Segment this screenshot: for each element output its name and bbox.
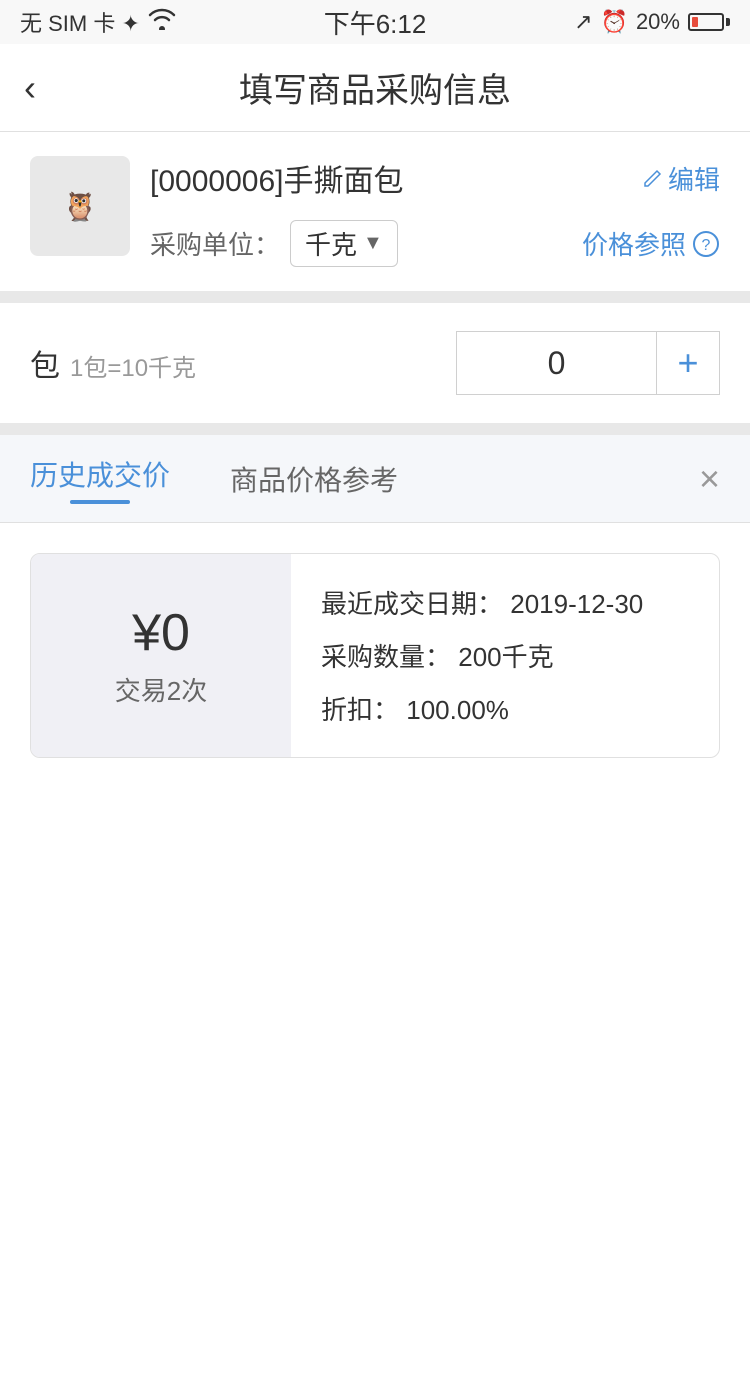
unit-label: 采购单位： bbox=[150, 225, 280, 262]
qty-conversion-label: 1包=10千克 bbox=[70, 348, 196, 383]
wifi-icon bbox=[148, 8, 176, 36]
back-button[interactable]: ‹ bbox=[24, 67, 36, 109]
status-time: 下午6:12 bbox=[324, 4, 427, 41]
transaction-count: 交易2次 bbox=[115, 671, 207, 708]
discount-row: 折扣： 100.00% bbox=[321, 690, 689, 727]
tab-active-underline bbox=[70, 500, 130, 504]
product-card: 🦉 [0000006]手撕面包 编辑 采购单位： 千克 ▼ bbox=[0, 132, 750, 291]
quantity-label-group: 包 1包=10千克 bbox=[30, 341, 196, 385]
product-name: [0000006]手撕面包 bbox=[150, 156, 403, 200]
nav-bar: ‹ 填写商品采购信息 bbox=[0, 44, 750, 132]
tabs-container: 历史成交价 商品价格参考 bbox=[30, 435, 398, 523]
qty-unit-label: 包 bbox=[30, 341, 60, 385]
status-bar: 无 SIM 卡 ✦ 下午6:12 ↗ ⏰ 20% bbox=[0, 0, 750, 44]
product-thumb-icon: 🦉 bbox=[63, 190, 98, 223]
battery-icon bbox=[688, 13, 730, 31]
quantity-plus-button[interactable]: + bbox=[656, 331, 720, 395]
quantity-input[interactable]: 0 bbox=[456, 331, 656, 395]
svg-text:?: ? bbox=[702, 237, 711, 254]
price-ref-button[interactable]: 价格参照 ? bbox=[582, 225, 720, 262]
recent-date-label: 最近成交日期： bbox=[321, 589, 503, 619]
bottom-area bbox=[0, 788, 750, 1388]
unit-selector[interactable]: 千克 ▼ bbox=[290, 220, 398, 267]
section-divider-2 bbox=[0, 423, 750, 435]
purchase-unit-row: 采购单位： 千克 ▼ 价格参照 ? bbox=[150, 220, 720, 267]
section-divider bbox=[0, 291, 750, 303]
quantity-input-group: 0 + bbox=[456, 331, 720, 395]
qty-value: 200千克 bbox=[458, 642, 553, 672]
transaction-card: ¥0 交易2次 最近成交日期： 2019-12-30 采购数量： 200千克 折… bbox=[30, 553, 720, 758]
status-left: 无 SIM 卡 ✦ bbox=[20, 6, 176, 38]
discount-value: 100.00% bbox=[406, 695, 509, 725]
page-title: 填写商品采购信息 bbox=[239, 63, 511, 112]
unit-dropdown-arrow: ▼ bbox=[363, 232, 383, 255]
product-info: [0000006]手撕面包 编辑 采购单位： 千克 ▼ 价格参照 ? bbox=[150, 156, 720, 267]
product-top-row: 🦉 [0000006]手撕面包 编辑 采购单位： 千克 ▼ bbox=[30, 156, 720, 267]
quantity-row: 包 1包=10千克 0 + bbox=[0, 303, 750, 423]
transaction-details: 最近成交日期： 2019-12-30 采购数量： 200千克 折扣： 100.0… bbox=[291, 554, 719, 757]
product-name-row: [0000006]手撕面包 编辑 bbox=[150, 156, 720, 200]
status-right: ↗ ⏰ 20% bbox=[574, 9, 730, 35]
edit-link[interactable]: 编辑 bbox=[642, 160, 720, 197]
battery-percent: 20% bbox=[636, 9, 680, 35]
transaction-summary: ¥0 交易2次 bbox=[31, 554, 291, 757]
sim-status: 无 SIM 卡 ✦ bbox=[20, 6, 140, 38]
tab-close-button[interactable]: × bbox=[699, 458, 720, 500]
transaction-price: ¥0 bbox=[132, 603, 190, 663]
tab-history-label: 历史成交价 bbox=[30, 454, 170, 494]
discount-label: 折扣： bbox=[321, 695, 399, 725]
product-thumbnail: 🦉 bbox=[30, 156, 130, 256]
tab-bar: 历史成交价 商品价格参考 × bbox=[0, 435, 750, 523]
transaction-section: ¥0 交易2次 最近成交日期： 2019-12-30 采购数量： 200千克 折… bbox=[0, 523, 750, 788]
location-icon: ↗ bbox=[574, 9, 592, 35]
tab-price-ref-label: 商品价格参考 bbox=[230, 459, 398, 499]
alarm-icon: ⏰ bbox=[601, 9, 628, 35]
tab-history-price[interactable]: 历史成交价 bbox=[30, 435, 170, 523]
recent-date-value: 2019-12-30 bbox=[510, 589, 643, 619]
qty-row: 采购数量： 200千克 bbox=[321, 637, 689, 674]
qty-label: 采购数量： bbox=[321, 642, 451, 672]
recent-date-row: 最近成交日期： 2019-12-30 bbox=[321, 584, 689, 621]
unit-value: 千克 bbox=[305, 225, 357, 262]
tab-price-ref[interactable]: 商品价格参考 bbox=[230, 435, 398, 523]
